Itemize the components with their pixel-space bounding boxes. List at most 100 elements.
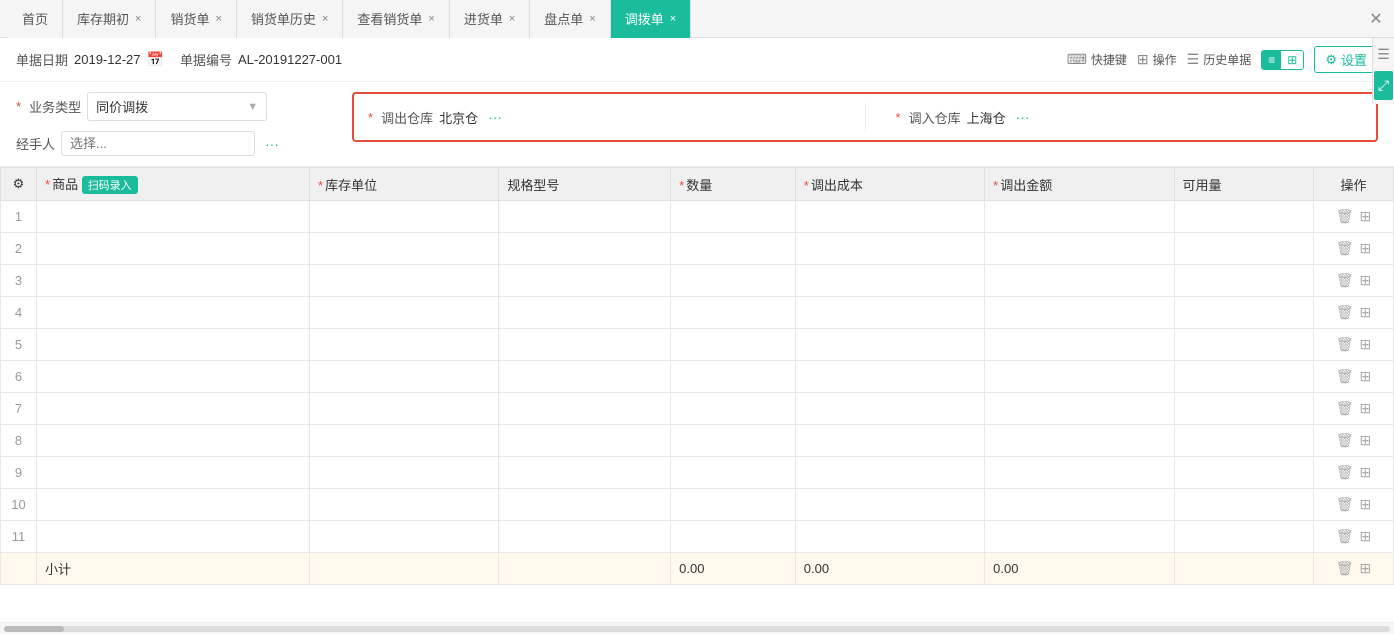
row-cost[interactable] [795, 233, 984, 265]
row-qty[interactable] [671, 265, 796, 297]
row-available[interactable] [1174, 201, 1313, 233]
delete-row-icon[interactable]: 🗑 [1336, 432, 1354, 449]
sidebar-list-icon[interactable]: ☰ [1373, 42, 1394, 67]
copy-row-icon[interactable]: ⊞ [1360, 304, 1372, 321]
row-unit[interactable] [310, 233, 499, 265]
row-qty[interactable] [671, 457, 796, 489]
delete-row-icon[interactable]: 🗑 [1336, 528, 1354, 545]
row-available[interactable] [1174, 521, 1313, 553]
row-amount[interactable] [985, 425, 1174, 457]
row-cost[interactable] [795, 361, 984, 393]
shortcut-button[interactable]: ⌨ 快捷键 [1067, 51, 1127, 68]
row-unit[interactable] [310, 457, 499, 489]
transfer-in-more-button[interactable]: ··· [1016, 109, 1030, 125]
row-available[interactable] [1174, 265, 1313, 297]
row-amount[interactable] [985, 201, 1174, 233]
row-cost[interactable] [795, 425, 984, 457]
settings-column-header[interactable]: ⚙ [1, 168, 37, 201]
row-product[interactable] [37, 329, 310, 361]
delete-row-icon[interactable]: 🗑 [1336, 464, 1354, 481]
tab-close-view-sales[interactable]: × [428, 13, 434, 25]
history-button[interactable]: ☰ 历史单据 [1187, 51, 1252, 68]
row-spec[interactable] [499, 201, 671, 233]
handler-more-button[interactable]: ··· [265, 136, 279, 152]
row-product[interactable] [37, 521, 310, 553]
row-cost[interactable] [795, 393, 984, 425]
delete-row-icon[interactable]: 🗑 [1336, 208, 1354, 225]
tab-close-sales-history[interactable]: × [322, 13, 328, 25]
row-product[interactable] [37, 233, 310, 265]
delete-row-icon[interactable]: 🗑 [1336, 240, 1354, 257]
copy-row-icon[interactable]: ⊞ [1360, 272, 1372, 289]
delete-row-icon[interactable]: 🗑 [1336, 496, 1354, 513]
tab-home[interactable]: 首页 [8, 0, 63, 38]
row-product[interactable] [37, 425, 310, 457]
row-product[interactable] [37, 393, 310, 425]
tab-sales-order[interactable]: 销货单 × [156, 0, 236, 38]
copy-row-icon[interactable]: ⊞ [1360, 368, 1372, 385]
row-amount[interactable] [985, 489, 1174, 521]
row-qty[interactable] [671, 201, 796, 233]
row-unit[interactable] [310, 425, 499, 457]
row-spec[interactable] [499, 521, 671, 553]
row-cost[interactable] [795, 457, 984, 489]
horizontal-scrollbar[interactable] [0, 622, 1394, 634]
row-product[interactable] [37, 457, 310, 489]
row-unit[interactable] [310, 201, 499, 233]
row-cost[interactable] [795, 201, 984, 233]
row-unit[interactable] [310, 489, 499, 521]
row-spec[interactable] [499, 361, 671, 393]
row-spec[interactable] [499, 297, 671, 329]
copy-row-icon[interactable]: ⊞ [1360, 496, 1372, 513]
row-amount[interactable] [985, 297, 1174, 329]
row-available[interactable] [1174, 457, 1313, 489]
copy-row-icon[interactable]: ⊞ [1360, 432, 1372, 449]
row-qty[interactable] [671, 297, 796, 329]
tab-inventory-count[interactable]: 盘点单 × [530, 0, 610, 38]
row-amount[interactable] [985, 521, 1174, 553]
tab-inventory-init[interactable]: 库存期初 × [63, 0, 156, 38]
row-unit[interactable] [310, 361, 499, 393]
row-qty[interactable] [671, 233, 796, 265]
settings-button[interactable]: ⚙ 设置 [1314, 46, 1378, 73]
row-qty[interactable] [671, 329, 796, 361]
row-cost[interactable] [795, 265, 984, 297]
delete-row-icon[interactable]: 🗑 [1336, 368, 1354, 385]
row-amount[interactable] [985, 329, 1174, 361]
row-available[interactable] [1174, 233, 1313, 265]
row-cost[interactable] [795, 521, 984, 553]
scan-input-button[interactable]: 扫码录入 [82, 176, 138, 194]
row-product[interactable] [37, 361, 310, 393]
row-product[interactable] [37, 201, 310, 233]
row-available[interactable] [1174, 361, 1313, 393]
scrollbar-thumb[interactable] [4, 626, 64, 632]
copy-row-icon[interactable]: ⊞ [1360, 208, 1372, 225]
row-product[interactable] [37, 297, 310, 329]
row-available[interactable] [1174, 489, 1313, 521]
row-cost[interactable] [795, 329, 984, 361]
copy-row-icon[interactable]: ⊞ [1360, 528, 1372, 545]
row-spec[interactable] [499, 265, 671, 297]
row-spec[interactable] [499, 457, 671, 489]
tab-sales-history[interactable]: 销货单历史 × [237, 0, 343, 38]
row-qty[interactable] [671, 393, 796, 425]
row-amount[interactable] [985, 393, 1174, 425]
operation-button[interactable]: ⊞ 操作 [1137, 51, 1177, 68]
delete-row-icon[interactable]: 🗑 [1336, 304, 1354, 321]
row-spec[interactable] [499, 393, 671, 425]
row-spec[interactable] [499, 233, 671, 265]
sidebar-expand-icon[interactable]: ⤢ [1374, 71, 1393, 100]
row-spec[interactable] [499, 425, 671, 457]
copy-row-icon[interactable]: ⊞ [1360, 464, 1372, 481]
row-amount[interactable] [985, 457, 1174, 489]
subtotal-delete-icon[interactable]: 🗑 [1336, 560, 1354, 577]
row-available[interactable] [1174, 297, 1313, 329]
tab-purchase-order[interactable]: 进货单 × [450, 0, 530, 38]
row-available[interactable] [1174, 393, 1313, 425]
tab-close-transfer-order[interactable]: × [670, 13, 676, 25]
copy-row-icon[interactable]: ⊞ [1360, 336, 1372, 353]
tab-view-sales[interactable]: 查看销货单 × [343, 0, 449, 38]
row-unit[interactable] [310, 265, 499, 297]
handler-input[interactable] [61, 131, 255, 156]
delete-row-icon[interactable]: 🗑 [1336, 272, 1354, 289]
